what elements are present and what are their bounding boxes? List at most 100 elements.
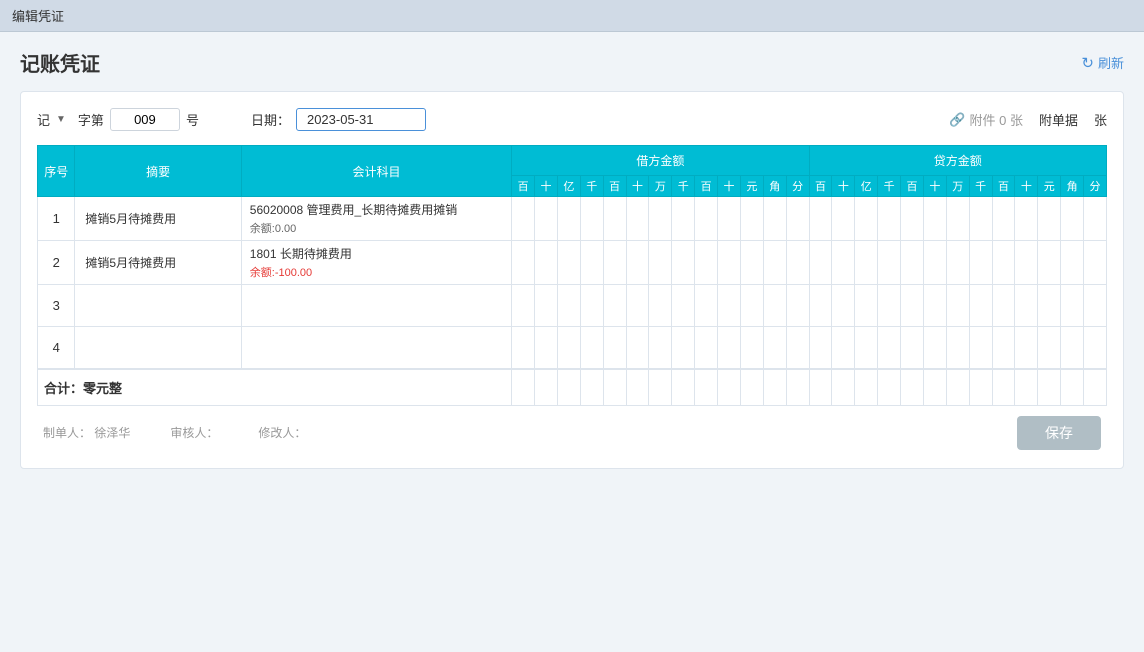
row-3-debit-8[interactable] — [672, 285, 695, 327]
row-4-credit-4[interactable] — [878, 327, 901, 369]
row-1-debit-4[interactable] — [580, 197, 603, 241]
save-button[interactable]: 保存 — [1017, 416, 1101, 450]
row-2-credit-11[interactable] — [1038, 241, 1061, 285]
row-3-debit-4[interactable] — [580, 285, 603, 327]
row-2-debit-8[interactable] — [672, 241, 695, 285]
row-2-debit-2[interactable] — [535, 241, 558, 285]
row-1-debit-6[interactable] — [626, 197, 649, 241]
attach-button[interactable]: 🔗 附件 0 张 — [949, 110, 1023, 129]
row-1-debit-9[interactable] — [695, 197, 718, 241]
row-1-credit-3[interactable] — [855, 197, 878, 241]
row-1-credit-7[interactable] — [946, 197, 969, 241]
row-3-credit-4[interactable] — [878, 285, 901, 327]
row-1-credit-6[interactable] — [923, 197, 946, 241]
row-1-credit-11[interactable] — [1038, 197, 1061, 241]
row-4-credit-8[interactable] — [969, 327, 992, 369]
row-2-credit-12[interactable] — [1061, 241, 1084, 285]
row-3-account[interactable] — [241, 285, 511, 327]
row-4-debit-10[interactable] — [718, 327, 741, 369]
row-4-debit-8[interactable] — [672, 327, 695, 369]
row-4-debit-4[interactable] — [580, 327, 603, 369]
row-3-credit-3[interactable] — [855, 285, 878, 327]
row-4-summary[interactable] — [75, 327, 241, 369]
row-3-credit-13[interactable] — [1084, 285, 1107, 327]
row-4-debit-5[interactable] — [603, 327, 626, 369]
row-1-credit-4[interactable] — [878, 197, 901, 241]
row-2-debit-10[interactable] — [718, 241, 741, 285]
row-4-credit-13[interactable] — [1084, 327, 1107, 369]
row-3-debit-6[interactable] — [626, 285, 649, 327]
row-1-credit-1[interactable] — [809, 197, 832, 241]
row-2-credit-6[interactable] — [923, 241, 946, 285]
row-1-credit-5[interactable] — [901, 197, 924, 241]
row-3-debit-2[interactable] — [535, 285, 558, 327]
row-4-account[interactable] — [241, 327, 511, 369]
row-4-debit-13[interactable] — [786, 327, 809, 369]
row-3-credit-8[interactable] — [969, 285, 992, 327]
row-4-debit-6[interactable] — [626, 327, 649, 369]
row-1-debit-2[interactable] — [535, 197, 558, 241]
row-2-debit-1[interactable] — [512, 241, 535, 285]
row-1-credit-12[interactable] — [1061, 197, 1084, 241]
row-3-debit-11[interactable] — [740, 285, 763, 327]
voucher-no-input[interactable] — [110, 108, 180, 131]
row-3-credit-7[interactable] — [946, 285, 969, 327]
row-4-debit-9[interactable] — [695, 327, 718, 369]
row-1-credit-8[interactable] — [969, 197, 992, 241]
row-2-debit-6[interactable] — [626, 241, 649, 285]
row-3-debit-7[interactable] — [649, 285, 672, 327]
row-3-debit-5[interactable] — [603, 285, 626, 327]
row-3-debit-13[interactable] — [786, 285, 809, 327]
row-3-credit-10[interactable] — [1015, 285, 1038, 327]
row-3-credit-11[interactable] — [1038, 285, 1061, 327]
row-4-debit-7[interactable] — [649, 327, 672, 369]
row-2-debit-3[interactable] — [557, 241, 580, 285]
row-1-credit-2[interactable] — [832, 197, 855, 241]
row-4-credit-10[interactable] — [1015, 327, 1038, 369]
row-1-debit-7[interactable] — [649, 197, 672, 241]
table-row[interactable]: 2摊销5月待摊费用1801 长期待摊费用余额:-100.00 — [38, 241, 1107, 285]
row-1-debit-10[interactable] — [718, 197, 741, 241]
row-4-credit-12[interactable] — [1061, 327, 1084, 369]
row-4-credit-5[interactable] — [901, 327, 924, 369]
refresh-button[interactable]: ↻ 刷新 — [1081, 53, 1124, 72]
row-2-credit-3[interactable] — [855, 241, 878, 285]
date-input[interactable] — [296, 108, 426, 131]
row-1-debit-3[interactable] — [557, 197, 580, 241]
row-3-credit-1[interactable] — [809, 285, 832, 327]
row-4-debit-2[interactable] — [535, 327, 558, 369]
row-3-debit-9[interactable] — [695, 285, 718, 327]
row-2-debit-13[interactable] — [786, 241, 809, 285]
row-2-credit-1[interactable] — [809, 241, 832, 285]
row-2-summary[interactable]: 摊销5月待摊费用 — [75, 241, 241, 285]
row-3-debit-10[interactable] — [718, 285, 741, 327]
row-4-credit-9[interactable] — [992, 327, 1015, 369]
row-2-debit-11[interactable] — [740, 241, 763, 285]
row-1-debit-13[interactable] — [786, 197, 809, 241]
row-2-credit-2[interactable] — [832, 241, 855, 285]
row-1-debit-12[interactable] — [763, 197, 786, 241]
row-2-debit-7[interactable] — [649, 241, 672, 285]
row-4-credit-11[interactable] — [1038, 327, 1061, 369]
row-4-credit-6[interactable] — [923, 327, 946, 369]
row-1-account[interactable]: 56020008 管理费用_长期待摊费用摊销余额:0.00 — [241, 197, 511, 241]
row-1-debit-1[interactable] — [512, 197, 535, 241]
row-3-credit-2[interactable] — [832, 285, 855, 327]
table-row[interactable]: 3 — [38, 285, 1107, 327]
row-2-credit-10[interactable] — [1015, 241, 1038, 285]
row-3-credit-6[interactable] — [923, 285, 946, 327]
row-2-credit-7[interactable] — [946, 241, 969, 285]
row-3-debit-3[interactable] — [557, 285, 580, 327]
row-2-credit-13[interactable] — [1084, 241, 1107, 285]
row-2-debit-12[interactable] — [763, 241, 786, 285]
row-2-credit-5[interactable] — [901, 241, 924, 285]
row-2-credit-8[interactable] — [969, 241, 992, 285]
row-3-credit-5[interactable] — [901, 285, 924, 327]
row-2-debit-5[interactable] — [603, 241, 626, 285]
row-1-summary[interactable]: 摊销5月待摊费用 — [75, 197, 241, 241]
row-1-credit-9[interactable] — [992, 197, 1015, 241]
row-3-credit-12[interactable] — [1061, 285, 1084, 327]
row-4-credit-2[interactable] — [832, 327, 855, 369]
row-1-debit-5[interactable] — [603, 197, 626, 241]
row-4-credit-3[interactable] — [855, 327, 878, 369]
